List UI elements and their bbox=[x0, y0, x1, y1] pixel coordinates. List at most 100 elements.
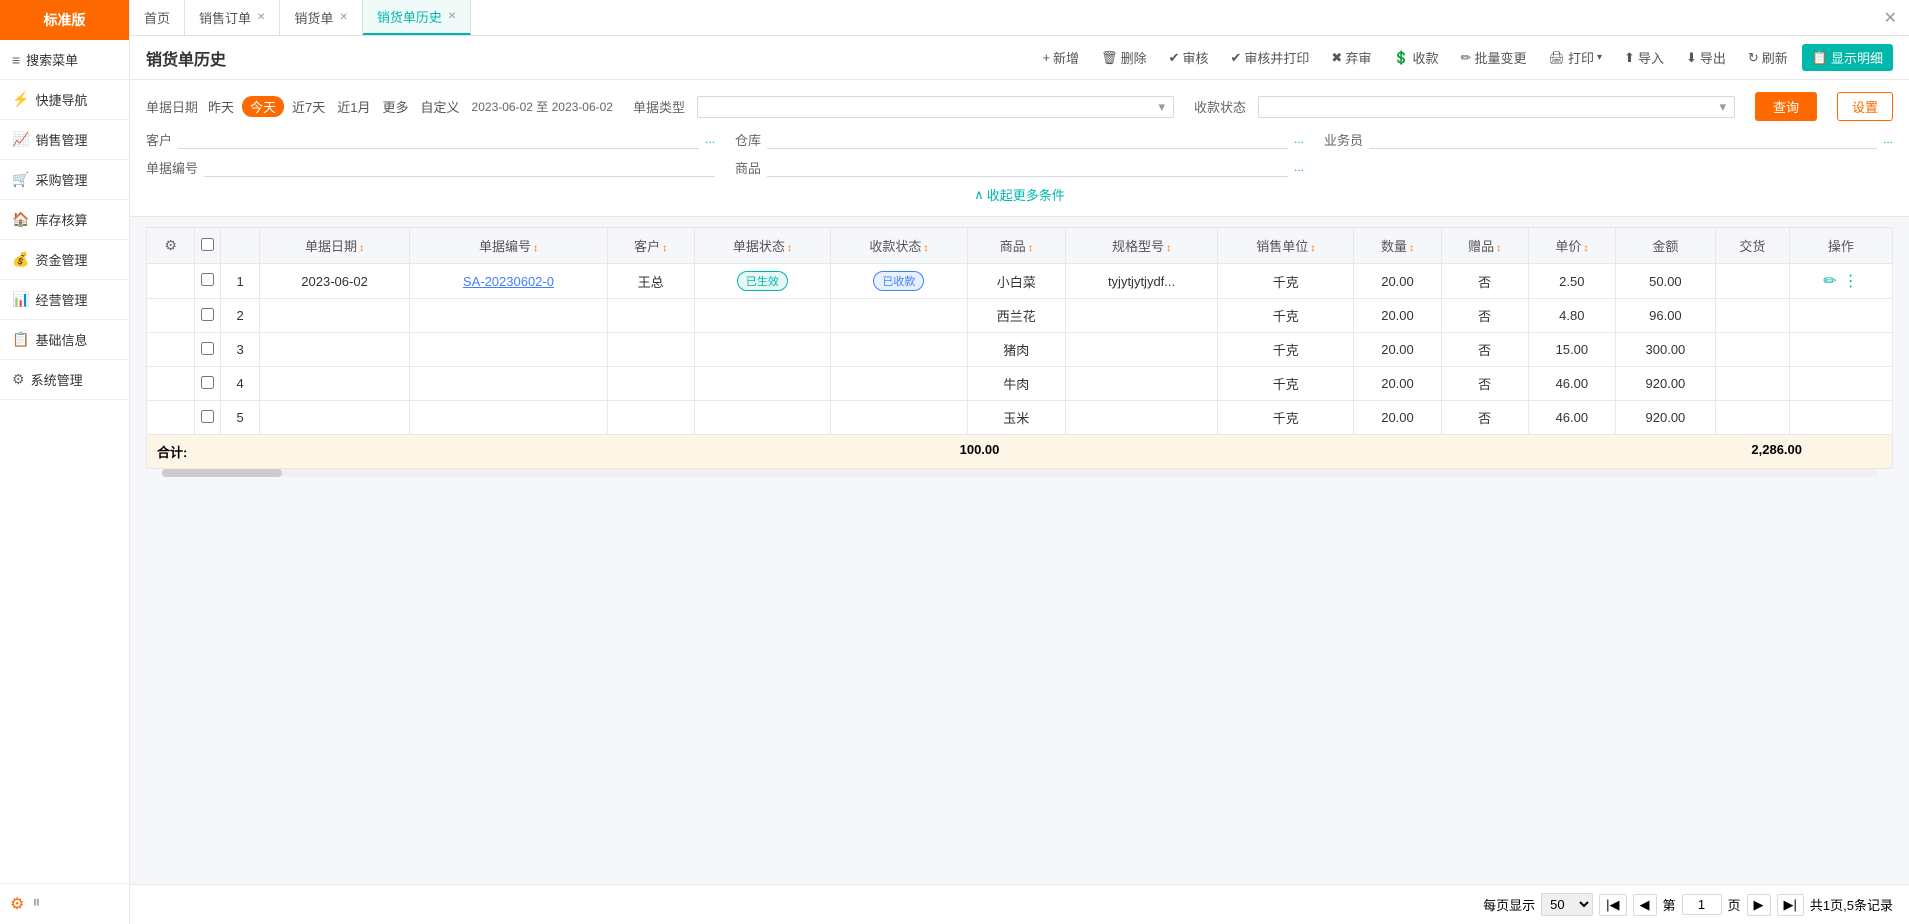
row-checkbox[interactable] bbox=[201, 410, 214, 423]
col-customer[interactable]: 客户↕ bbox=[607, 228, 694, 264]
more-action-btn[interactable]: ⋮ bbox=[1840, 273, 1862, 290]
current-page-input[interactable] bbox=[1682, 894, 1722, 915]
table-cell: 否 bbox=[1441, 367, 1528, 401]
query-button[interactable]: 查询 bbox=[1755, 92, 1817, 121]
table-cell: 已收款 bbox=[831, 264, 967, 299]
date-today[interactable]: 今天 bbox=[242, 96, 284, 117]
settings-gear-icon: ⚙ bbox=[164, 237, 177, 253]
col-doc-no[interactable]: 单据编号↕ bbox=[410, 228, 607, 264]
audit-print-icon: ✔ bbox=[1231, 50, 1242, 66]
sidebar-item-finance-mgmt[interactable]: 💰 资金管理 bbox=[0, 240, 129, 280]
sidebar-item-search-menu[interactable]: ≡ 搜索菜单 bbox=[0, 40, 129, 80]
salesperson-more[interactable]: ... bbox=[1883, 132, 1893, 146]
tab-close-all[interactable]: ✕ bbox=[1872, 8, 1909, 28]
row-checkbox[interactable] bbox=[201, 376, 214, 389]
row-checkbox[interactable] bbox=[201, 342, 214, 355]
sidebar-item-inventory[interactable]: 🏠 库存核算 bbox=[0, 200, 129, 240]
table-cell: 否 bbox=[1441, 401, 1528, 435]
print-button[interactable]: 🖨 打印 ▾ bbox=[1540, 44, 1610, 71]
tab-sales-history-close[interactable]: ✕ bbox=[448, 11, 456, 22]
col-product[interactable]: 商品↕ bbox=[967, 228, 1066, 264]
table-cell bbox=[607, 401, 694, 435]
tab-home[interactable]: 首页 bbox=[130, 0, 185, 35]
col-actions: 操作 bbox=[1789, 228, 1892, 264]
export-button[interactable]: ⬇ 导出 bbox=[1678, 44, 1734, 71]
print-icon: 🖨 bbox=[1548, 50, 1565, 66]
audit-button[interactable]: ✔ 审核 bbox=[1161, 44, 1217, 71]
doc-type-select[interactable]: ▾ bbox=[697, 96, 1174, 118]
col-unit[interactable]: 销售单位↕ bbox=[1217, 228, 1353, 264]
tab-sales-order[interactable]: 销售订单 ✕ bbox=[185, 0, 280, 35]
sidebar-item-quick-nav[interactable]: ⚡ 快捷导航 bbox=[0, 80, 129, 120]
page-size-select[interactable]: 50 100 200 bbox=[1541, 893, 1593, 916]
sidebar-collapse-icon[interactable]: ⏸ bbox=[32, 894, 40, 914]
last-page-button[interactable]: ▶| bbox=[1777, 894, 1804, 916]
table-cell: 15.00 bbox=[1528, 333, 1615, 367]
scrollbar-thumb[interactable] bbox=[162, 469, 282, 477]
table-cell: 920.00 bbox=[1615, 401, 1715, 435]
collapse-button[interactable]: ∧ 收起更多条件 bbox=[974, 185, 1065, 204]
tab-sales-history[interactable]: 销货单历史 ✕ bbox=[363, 0, 471, 35]
delete-button[interactable]: 🗑 删除 bbox=[1093, 44, 1155, 71]
doc-no-link[interactable]: SA-20230602-0 bbox=[463, 274, 554, 289]
date-7days[interactable]: 近7天 bbox=[288, 96, 329, 117]
page-label-suffix: 页 bbox=[1728, 895, 1741, 914]
table-cell bbox=[259, 401, 410, 435]
col-gift[interactable]: 赠品↕ bbox=[1441, 228, 1528, 264]
collect-status-select[interactable]: ▾ bbox=[1258, 96, 1735, 118]
product-more[interactable]: ... bbox=[1294, 160, 1304, 174]
table-cell bbox=[147, 264, 195, 299]
sidebar-item-purchase-mgmt[interactable]: 🛒 采购管理 bbox=[0, 160, 129, 200]
prev-page-button[interactable]: ◀ bbox=[1633, 894, 1657, 916]
tab-sales-delivery[interactable]: 销货单 ✕ bbox=[280, 0, 362, 35]
col-doc-date[interactable]: 单据日期↕ bbox=[259, 228, 410, 264]
date-more[interactable]: 更多 bbox=[379, 96, 413, 117]
sidebar-item-sys-mgmt[interactable]: ⚙ 系统管理 bbox=[0, 360, 129, 400]
audit-print-button[interactable]: ✔ 审核并打印 bbox=[1223, 44, 1318, 71]
col-qty[interactable]: 数量↕ bbox=[1354, 228, 1441, 264]
row-checkbox[interactable] bbox=[201, 273, 214, 286]
warehouse-input[interactable] bbox=[767, 129, 1288, 149]
collect-button[interactable]: 💲 收款 bbox=[1385, 44, 1446, 71]
col-spec[interactable]: 规格型号↕ bbox=[1066, 228, 1218, 264]
doc-no-input[interactable] bbox=[204, 157, 715, 177]
date-1month[interactable]: 近1月 bbox=[333, 96, 374, 117]
date-yesterday[interactable]: 昨天 bbox=[204, 96, 238, 117]
sort-product-icon: ↕ bbox=[1028, 243, 1033, 254]
show-detail-button[interactable]: 📋 显示明细 bbox=[1802, 44, 1893, 71]
abandon-button[interactable]: ✖ 弃审 bbox=[1323, 44, 1379, 71]
warehouse-more[interactable]: ... bbox=[1294, 132, 1304, 146]
sidebar-settings-icon[interactable]: ⚙ bbox=[10, 894, 24, 914]
refresh-button[interactable]: ↻ 刷新 bbox=[1740, 44, 1796, 71]
date-custom[interactable]: 自定义 bbox=[417, 96, 464, 117]
sidebar-item-basic-info[interactable]: 📋 基础信息 bbox=[0, 320, 129, 360]
table-cell: SA-20230602-0 bbox=[410, 264, 607, 299]
col-doc-status[interactable]: 单据状态↕ bbox=[694, 228, 830, 264]
salesperson-field: 业务员 ... bbox=[1324, 129, 1893, 149]
table-cell bbox=[1715, 264, 1789, 299]
page-header: 销货单历史 + 新增 🗑 删除 ✔ 审核 ✔ 审核并打印 ✖ 弃审 bbox=[130, 36, 1909, 80]
first-page-button[interactable]: |◀ bbox=[1599, 894, 1626, 916]
import-button[interactable]: ⬆ 导入 bbox=[1616, 44, 1672, 71]
setup-button[interactable]: 设置 bbox=[1837, 92, 1893, 121]
row-checkbox[interactable] bbox=[201, 308, 214, 321]
customer-more[interactable]: ... bbox=[705, 132, 715, 146]
table-cell: 王总 bbox=[607, 264, 694, 299]
batch-change-button[interactable]: ✏ 批量变更 bbox=[1453, 44, 1535, 71]
product-field: 商品 ... bbox=[735, 157, 1304, 177]
customer-input[interactable] bbox=[178, 129, 699, 149]
select-all-checkbox[interactable] bbox=[201, 238, 214, 251]
salesperson-input[interactable] bbox=[1369, 129, 1877, 149]
col-unit-price[interactable]: 单价↕ bbox=[1528, 228, 1615, 264]
product-input[interactable] bbox=[767, 157, 1288, 177]
edit-action-btn[interactable]: ✏ bbox=[1820, 273, 1839, 290]
next-page-button[interactable]: ▶ bbox=[1747, 894, 1771, 916]
new-button[interactable]: + 新增 bbox=[1034, 44, 1087, 71]
sidebar-item-sales-mgmt[interactable]: 📈 销售管理 bbox=[0, 120, 129, 160]
sidebar-item-ops-mgmt[interactable]: 📊 经营管理 bbox=[0, 280, 129, 320]
tab-sales-delivery-close[interactable]: ✕ bbox=[339, 12, 347, 23]
tab-sales-order-close[interactable]: ✕ bbox=[257, 12, 265, 23]
horizontal-scrollbar[interactable] bbox=[162, 469, 1877, 477]
col-settings[interactable]: ⚙ bbox=[147, 228, 195, 264]
col-collect-status[interactable]: 收款状态↕ bbox=[831, 228, 967, 264]
